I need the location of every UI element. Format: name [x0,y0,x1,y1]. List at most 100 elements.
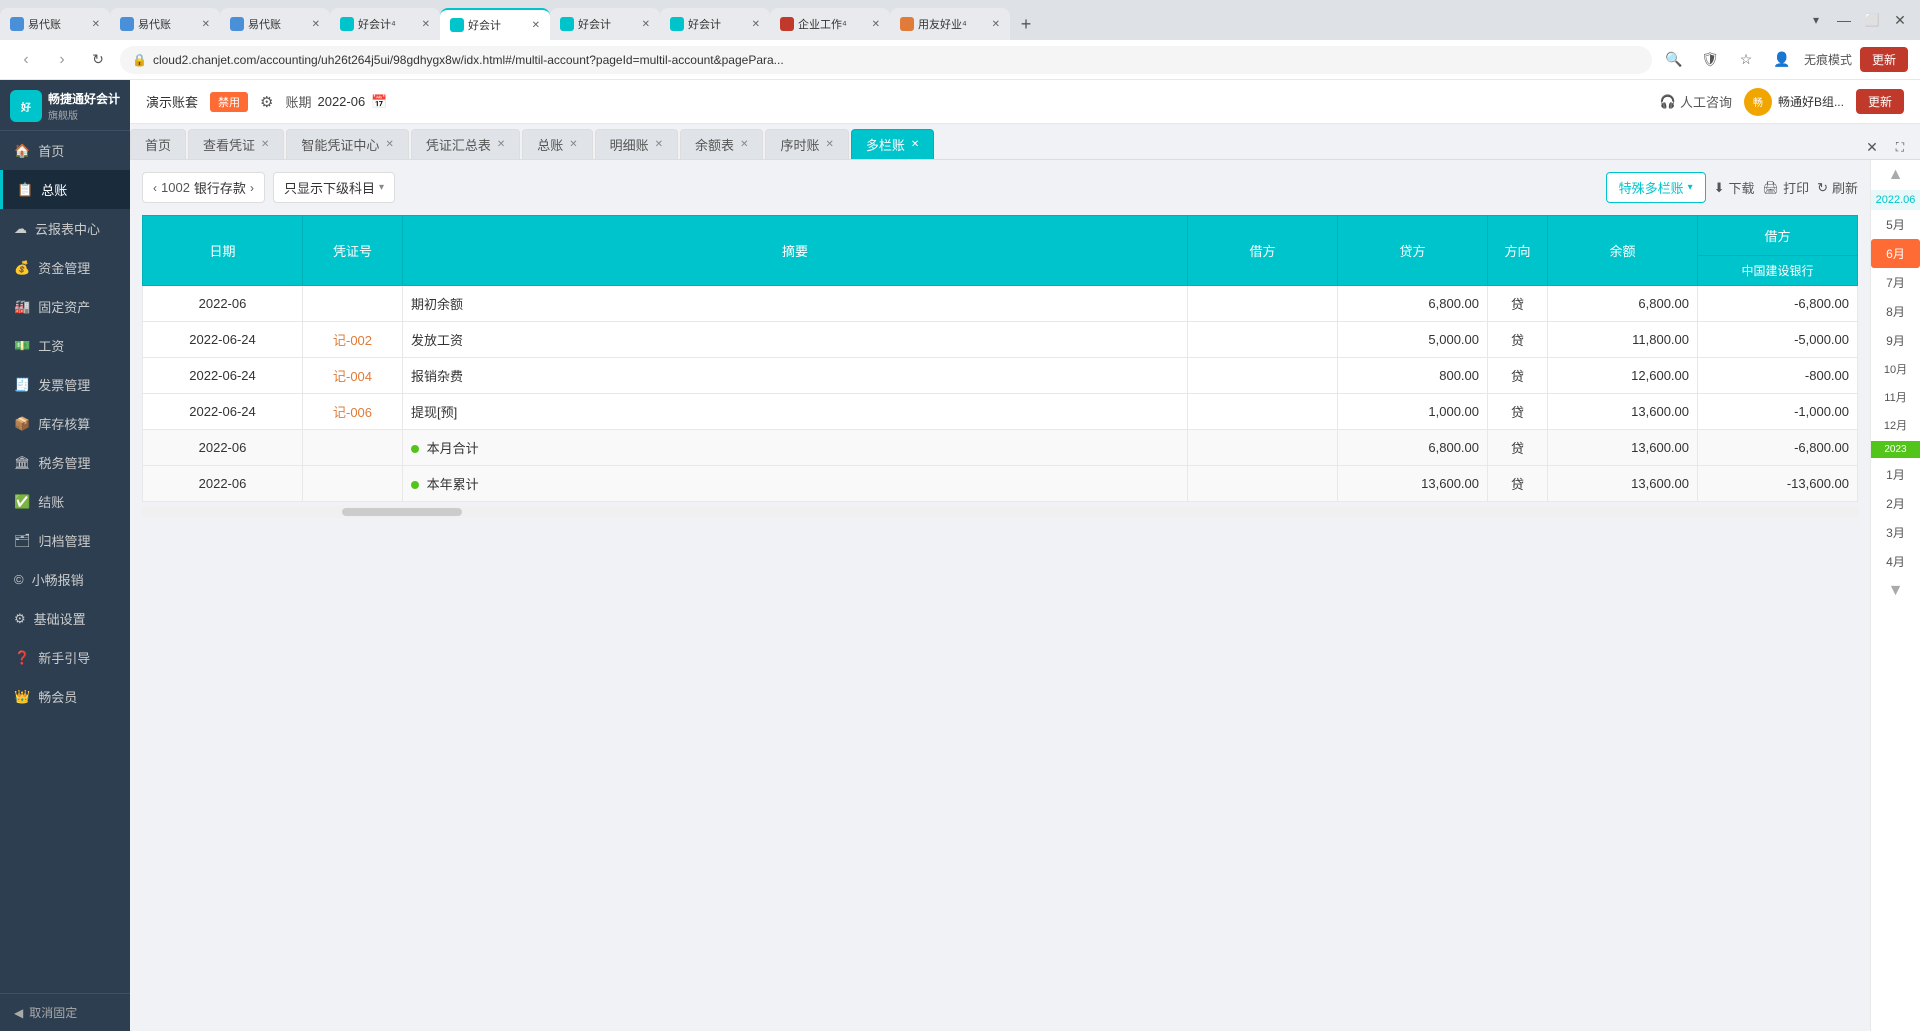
reload-button[interactable]: ↻ [84,46,112,74]
tab-balance-close[interactable]: ✕ [740,139,748,150]
sidebar-label-closing: 结账 [38,492,64,511]
cal-month-mar-2023[interactable]: 3月 [1871,518,1920,547]
browser-tab-3[interactable]: 易代账 ✕ [220,8,330,40]
sidebar-item-tax[interactable]: 🏛 税务管理 [0,443,130,482]
tab-smart-close[interactable]: ✕ [385,139,393,150]
sidebar-item-assets[interactable]: 🏭 固定资产 [0,287,130,326]
tab-balance[interactable]: 余额表 ✕ [680,129,763,159]
back-button[interactable]: ‹ [12,46,40,74]
tab-journal[interactable]: 序时账 ✕ [765,129,848,159]
cal-month-july[interactable]: 7月 [1871,268,1920,297]
sidebar-item-expense[interactable]: © 小畅报销 [0,560,130,599]
tab-home[interactable]: 首页 [130,129,186,159]
address-bar[interactable]: 🔒 cloud2.chanjet.com/accounting/uh26t264… [120,46,1652,74]
tab-vsum-close[interactable]: ✕ [497,139,505,150]
tab-detail-ledger[interactable]: 明细账 ✕ [595,129,678,159]
tab-close-1[interactable]: ✕ [92,19,100,30]
tab-detail-close[interactable]: ✕ [655,139,663,150]
consult-button[interactable]: 🎧 人工咨询 [1660,92,1732,111]
sidebar-item-cloud-report[interactable]: ☁ 云报表中心 [0,209,130,248]
browser-tab-6[interactable]: 好会计 ✕ [550,8,660,40]
star-icon[interactable]: ☆ [1732,46,1760,74]
browser-tab-1[interactable]: 易代账 ✕ [0,8,110,40]
tab-general-close[interactable]: ✕ [569,139,577,150]
refresh-button[interactable]: ↻ 刷新 [1817,178,1858,197]
tab-voucher-view[interactable]: 查看凭证 ✕ [188,129,284,159]
special-multi-button[interactable]: 特殊多栏账 ▾ [1606,172,1706,203]
browser-tab-5[interactable]: 好会计 ✕ [440,8,550,40]
tab-voucher-view-close[interactable]: ✕ [261,139,269,150]
close-panel-button[interactable]: ✕ [1860,135,1884,159]
cal-month-oct[interactable]: 10月 [1871,355,1920,383]
new-tab-button[interactable]: + [1010,8,1042,40]
sub-filter-select[interactable]: 只显示下级科目 ▾ [273,172,395,203]
profile-button[interactable]: 👤 [1768,46,1796,74]
cal-month-dec[interactable]: 12月 [1871,411,1920,439]
minimize-button[interactable]: — [1832,8,1856,32]
search-browser-button[interactable]: 🔍 [1660,46,1688,74]
sidebar-item-home[interactable]: 🏠 首页 [0,131,130,170]
sidebar-label-archive: 归档管理 [39,531,91,550]
close-window-button[interactable]: ✕ [1888,8,1912,32]
cell-voucher-1[interactable]: 记-002 [303,322,403,358]
period-selector[interactable]: 账期 2022-06 📅 [285,92,387,111]
sidebar-item-salary[interactable]: 💵 工资 [0,326,130,365]
expand-panel-button[interactable]: ⛶ [1888,135,1912,159]
tab-general-ledger[interactable]: 总账 ✕ [522,129,592,159]
cal-month-aug[interactable]: 8月 [1871,297,1920,326]
print-button[interactable]: 🖨 打印 [1763,178,1810,197]
download-button[interactable]: ⬇ 下载 [1714,178,1755,197]
sidebar-item-guide[interactable]: ❓ 新手引导 [0,638,130,677]
browser-tab-8[interactable]: 企业工作⁴ ✕ [770,8,890,40]
prev-account-button[interactable]: ‹ [153,181,157,195]
browser-tab-9[interactable]: 用友好业⁴ ✕ [890,8,1010,40]
browser-tab-7[interactable]: 好会计 ✕ [660,8,770,40]
account-navigator[interactable]: ‹ 1002 银行存款 › [142,172,265,203]
sidebar-item-closing[interactable]: ✅ 结账 [0,482,130,521]
sidebar-item-settings[interactable]: ⚙ 基础设置 [0,599,130,638]
cal-month-nov[interactable]: 11月 [1871,383,1920,411]
update-app-button[interactable]: 更新 [1856,89,1904,114]
cal-month-june[interactable]: 6月 [1871,239,1920,268]
tab-close-2[interactable]: ✕ [202,19,210,30]
tab-close-9[interactable]: ✕ [992,19,1000,30]
tab-close-6[interactable]: ✕ [642,19,650,30]
tab-close-3[interactable]: ✕ [312,19,320,30]
sidebar-item-archive[interactable]: 🗂 归档管理 [0,521,130,560]
tab-multi-close[interactable]: ✕ [911,139,919,150]
cell-voucher-3[interactable]: 记-006 [303,394,403,430]
cell-voucher-2[interactable]: 记-004 [303,358,403,394]
cal-month-jan-2023[interactable]: 1月 [1871,460,1920,489]
tab-close-7[interactable]: ✕ [752,19,760,30]
sidebar-item-member[interactable]: 👑 畅会员 [0,677,130,716]
tab-close-8[interactable]: ✕ [872,19,880,30]
browser-tab-4[interactable]: 好会计⁴ ✕ [330,8,440,40]
settings-gear-icon[interactable]: ⚙ [260,93,273,111]
tab-smart-voucher[interactable]: 智能凭证中心 ✕ [286,129,408,159]
cal-month-sep[interactable]: 9月 [1871,326,1920,355]
forward-button[interactable]: › [48,46,76,74]
cal-month-may[interactable]: 5月 [1871,210,1920,239]
tab-list-button[interactable]: ▾ [1804,8,1828,32]
tab-close-4[interactable]: ✕ [422,19,430,30]
tab-voucher-summary[interactable]: 凭证汇总表 ✕ [411,129,520,159]
user-profile[interactable]: 畅 畅通好B组... [1744,88,1844,116]
calendar-down-button[interactable]: ▼ [1871,576,1920,606]
update-browser-button[interactable]: 更新 [1860,47,1908,72]
pin-toggle-button[interactable]: ◀ 取消固定 [0,994,130,1031]
sidebar-item-inventory[interactable]: 📦 库存核算 [0,404,130,443]
tab-close-5[interactable]: ✕ [532,20,540,31]
tab-icon-2 [120,17,134,31]
calendar-up-button[interactable]: ▲ [1871,160,1920,190]
tab-journal-close[interactable]: ✕ [825,139,833,150]
cal-month-apr-2023[interactable]: 4月 [1871,547,1920,576]
sidebar-item-invoice[interactable]: 🧾 发票管理 [0,365,130,404]
browser-tab-2[interactable]: 易代账 ✕ [110,8,220,40]
tab-multi-column[interactable]: 多栏账 ✕ [851,129,934,159]
maximize-button[interactable]: ⬜ [1860,8,1884,32]
next-account-button[interactable]: › [250,181,254,195]
cal-month-feb-2023[interactable]: 2月 [1871,489,1920,518]
sidebar-item-ledger[interactable]: 📋 总账 [0,170,130,209]
sidebar-item-fund[interactable]: 💰 资金管理 [0,248,130,287]
h-scrollbar-thumb[interactable] [342,508,462,516]
